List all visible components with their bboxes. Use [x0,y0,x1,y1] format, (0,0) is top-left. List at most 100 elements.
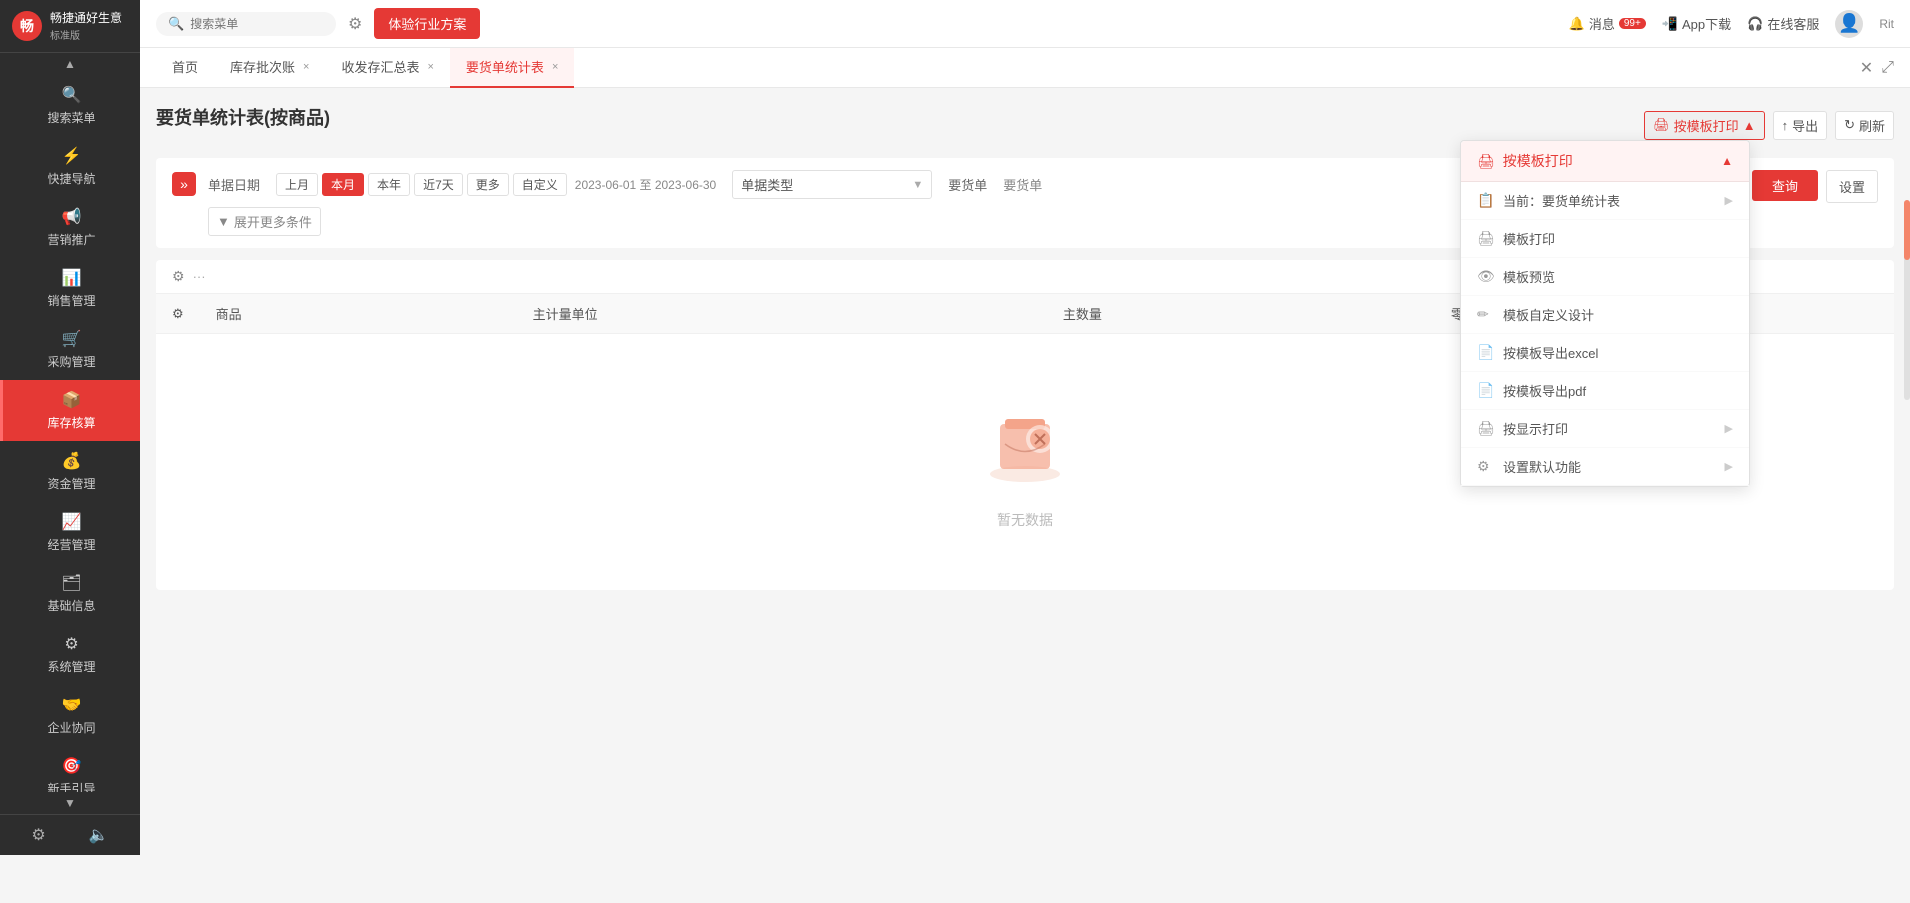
dropdown-header: 🖨 按模板打印 ▲ [1461,141,1749,182]
template-print-btn[interactable]: 🖨 按模板打印 ▲ [1644,111,1764,140]
dropdown-display-print-item[interactable]: 🖨 按显示打印 ▶ [1461,410,1749,448]
sidebar-item-guide[interactable]: 🎯 新手引导 [0,746,140,792]
date-btn-this-year[interactable]: 本年 [368,173,410,196]
folder-icon: 🗂 [61,573,81,593]
handshake-icon: 🤝 [62,695,82,715]
dropdown-template-print-icon: 🖨 [1477,230,1493,247]
export-label: 导出 [1792,116,1818,135]
sidebar-item-label: 资金管理 [47,475,95,492]
date-btn-this-month[interactable]: 本月 [322,173,364,196]
avatar-icon: 👤 [1838,13,1860,34]
filter-action-btns: 查询 设置 [1752,170,1878,203]
sidebar-item-quick-nav[interactable]: ⚡ 快捷导航 [0,136,140,197]
toolbar-more-icon[interactable]: ··· [193,269,206,284]
tab-batch-account-close[interactable]: × [303,61,309,73]
tab-fullscreen-icon[interactable]: ⤢ [1881,59,1894,77]
tab-order-stats-label: 要货单统计表 [466,57,544,76]
right-scrollbar[interactable] [1904,200,1910,400]
dropdown-export-excel-label: 按模板导出excel [1503,343,1598,362]
tab-order-stats-close[interactable]: × [552,61,558,73]
select-arrow-icon: ▼ [912,179,923,191]
target-icon: 🎯 [62,756,82,776]
trial-btn[interactable]: 体验行业方案 [374,8,480,39]
app-download-action[interactable]: 📲 App下载 [1662,14,1731,33]
sidebar-item-collab[interactable]: 🤝 企业协同 [0,685,140,746]
tab-receipt-summary-close[interactable]: × [427,61,433,73]
search-input[interactable] [190,17,310,31]
dropdown-chevron-icon[interactable]: ▲ [1721,154,1733,168]
search-icon: 🔍 [168,16,184,32]
order-type-select[interactable]: 单据类型 ▼ [732,170,932,199]
dropdown-export-excel-item[interactable]: 📄 按模板导出excel [1461,334,1749,372]
sidebar-item-purchase[interactable]: 🛒 采购管理 [0,319,140,380]
col-goods-header: 商品 [200,294,517,334]
sidebar-item-system[interactable]: ⚙ 系统管理 [0,624,140,685]
col-goods-label: 商品 [216,307,242,322]
date-btn-last-month[interactable]: 上月 [276,173,318,196]
sidebar-item-label: 快捷导航 [47,170,95,187]
app-version: 标准版 [50,27,122,42]
dropdown-export-excel-icon: 📄 [1477,344,1493,361]
dropdown-current-item[interactable]: 📋 当前：要货单统计表 ▶ [1461,182,1749,220]
order-goods-label: 要货单 [948,175,987,194]
dropdown-title: 🖨 按模板打印 [1477,151,1573,171]
topbar-settings-icon[interactable]: ⚙ [348,14,362,34]
sidebar-item-operations[interactable]: 📈 经营管理 [0,502,140,563]
tab-batch-account[interactable]: 库存批次账 × [214,48,325,88]
dropdown-export-pdf-label: 按模板导出pdf [1503,381,1586,400]
dropdown-display-print-title: 🖨 按显示打印 [1477,419,1568,438]
settings-btn[interactable]: 设置 [1826,170,1878,203]
date-btn-more[interactable]: 更多 [467,173,509,196]
sidebar-item-label: 企业协同 [47,719,95,736]
speaker-icon[interactable]: 🔈 [89,825,109,845]
tab-bar-actions: ✕ ⤢ [1860,58,1894,78]
sidebar-item-marketing[interactable]: 📢 营销推广 [0,197,140,258]
sidebar-item-search[interactable]: 🔍 搜索菜单 [0,75,140,136]
query-btn[interactable]: 查询 [1752,170,1818,201]
col-unit-label: 主计量单位 [533,307,598,322]
expand-more-btn[interactable]: ▼ 展开更多条件 [208,207,321,236]
dropdown-template-print-item[interactable]: 🖨 模板打印 [1461,220,1749,258]
date-filter-label: 单据日期 [208,175,260,194]
dropdown-set-default-item[interactable]: ⚙ 设置默认功能 ▶ [1461,448,1749,486]
sidebar-item-finance[interactable]: 💰 资金管理 [0,441,140,502]
dropdown-display-print-label: 按显示打印 [1503,419,1568,438]
topbar: 🔍 ⚙ 体验行业方案 🔔 消息 99+ 📲 App下载 🎧 在线客服 👤 Rit [140,0,1910,48]
settings-bottom-icon[interactable]: ⚙ [31,825,45,845]
table-settings-icon[interactable]: ⚙ [172,268,185,285]
sidebar-item-inventory[interactable]: 📦 库存核算 [0,380,140,441]
printer-icon: 🖨 [1653,117,1670,133]
filter-expand-btn[interactable]: » [172,172,196,196]
dropdown-printer-icon: 🖨 [1477,153,1495,170]
date-btn-custom[interactable]: 自定义 [513,173,567,196]
username-label[interactable]: Rit [1879,17,1894,31]
sidebar-item-sales[interactable]: 📊 销售管理 [0,258,140,319]
user-avatar[interactable]: 👤 [1835,10,1863,38]
tab-home[interactable]: 首页 [156,48,214,88]
tab-order-stats[interactable]: 要货单统计表 × [450,48,574,88]
dropdown-export-pdf-icon: 📄 [1477,382,1493,399]
date-btn-7days[interactable]: 近7天 [414,173,463,196]
sidebar-scroll-down[interactable]: ▼ [0,792,140,814]
dropdown-template-preview-item[interactable]: 👁 模板预览 [1461,258,1749,296]
sidebar-item-basic[interactable]: 🗂 基础信息 [0,563,140,624]
messages-action[interactable]: 🔔 消息 99+ [1569,14,1646,33]
topbar-search-box[interactable]: 🔍 [156,12,336,36]
dropdown-template-design-item[interactable]: ✏ 模板自定义设计 [1461,296,1749,334]
tab-receipt-summary[interactable]: 收发存汇总表 × [325,48,449,88]
sidebar-item-label: 经营管理 [47,536,95,553]
dropdown-export-pdf-item[interactable]: 📄 按模板导出pdf [1461,372,1749,410]
refresh-btn[interactable]: ↻ 刷新 [1835,111,1894,140]
dropdown-template-preview-label: 模板预览 [1503,267,1555,286]
online-service-action[interactable]: 🎧 在线客服 [1747,14,1819,33]
tab-close-all-icon[interactable]: ✕ [1860,58,1873,78]
col-settings-icon[interactable]: ⚙ [172,306,184,321]
dropdown-template-preview-icon: 👁 [1477,268,1493,285]
tab-bar: 首页 库存批次账 × 收发存汇总表 × 要货单统计表 × ✕ ⤢ [140,48,1910,88]
sidebar-item-label: 系统管理 [47,658,95,675]
dropdown-template-design-icon: ✏ [1477,306,1493,323]
sidebar-nav: 🔍 搜索菜单 ⚡ 快捷导航 📢 营销推广 📊 销售管理 🛒 采购管理 📦 库存核… [0,75,140,792]
export-btn[interactable]: ↑ 导出 [1773,111,1828,140]
date-btn-group: 上月 本月 本年 近7天 更多 自定义 2023-06-01 至 2023-06… [276,173,716,196]
sidebar-scroll-up[interactable]: ▲ [0,53,140,75]
